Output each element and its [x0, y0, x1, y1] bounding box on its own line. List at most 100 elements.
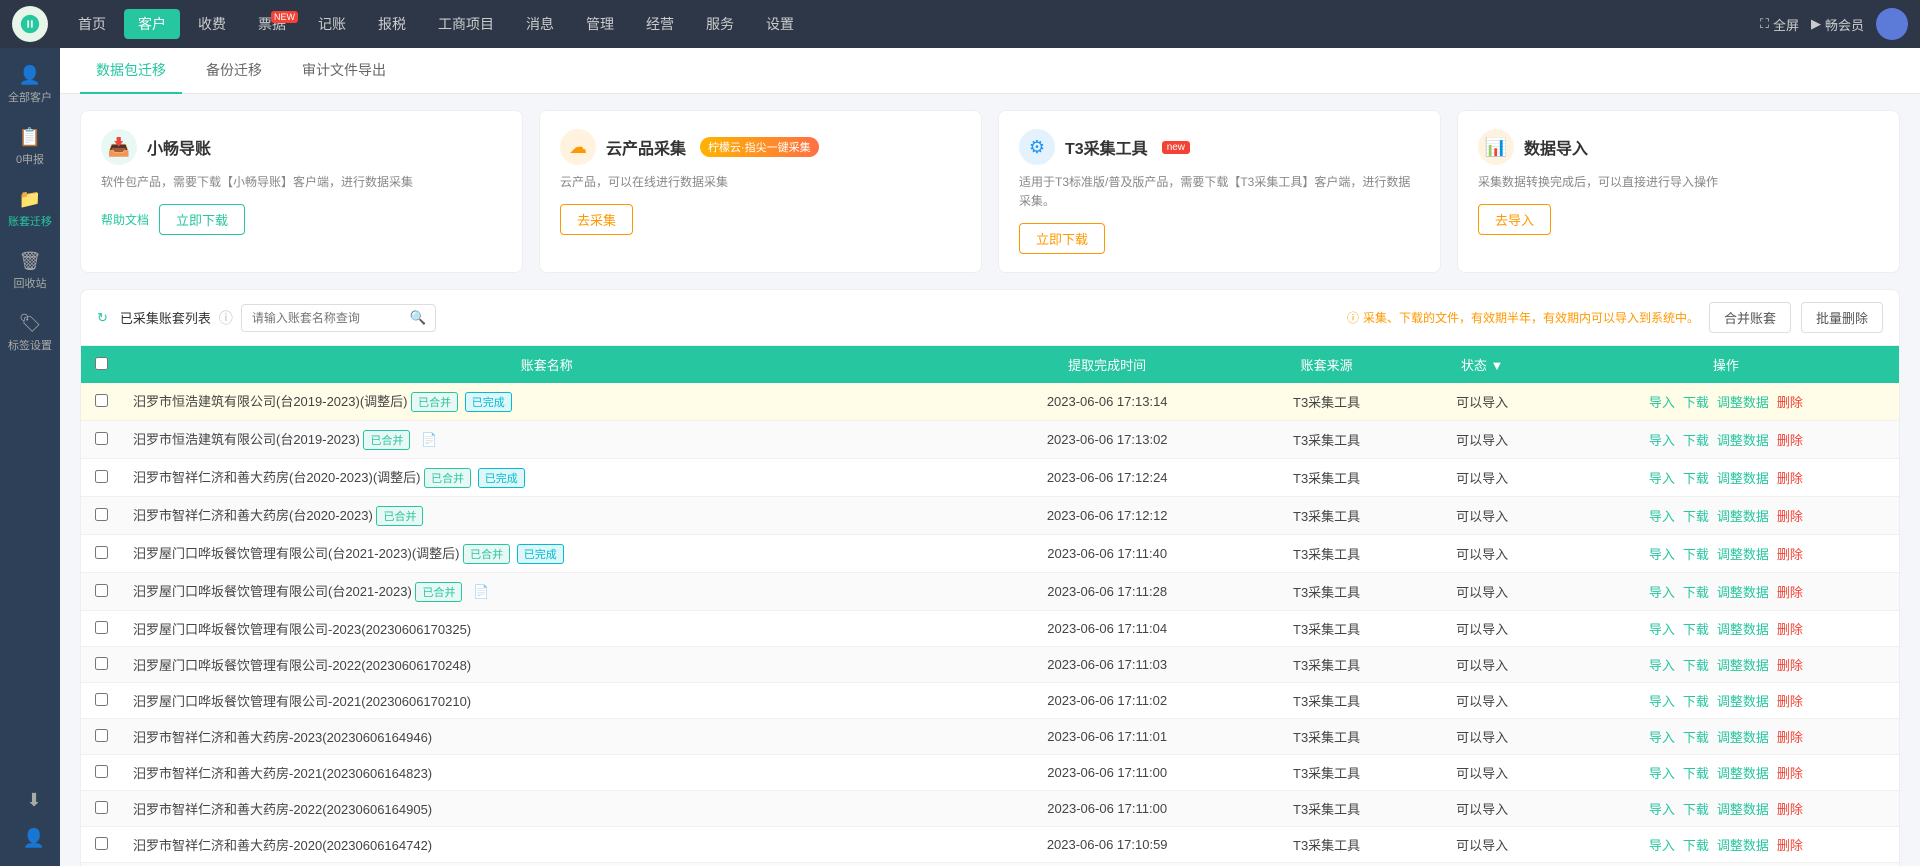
op-调整数据[interactable]: 调整数据: [1717, 730, 1769, 745]
row-checkbox[interactable]: [95, 657, 108, 670]
op-导入[interactable]: 导入: [1649, 622, 1675, 637]
nav-manage[interactable]: 管理: [572, 9, 628, 39]
nav-message[interactable]: 消息: [512, 9, 568, 39]
op-导入[interactable]: 导入: [1649, 585, 1675, 600]
row-checkbox[interactable]: [95, 470, 108, 483]
file-icon[interactable]: 📄: [473, 584, 489, 599]
op-删除[interactable]: 删除: [1777, 585, 1803, 600]
op-下载[interactable]: 下载: [1683, 585, 1709, 600]
op-调整数据[interactable]: 调整数据: [1717, 471, 1769, 486]
file-icon[interactable]: 📄: [421, 432, 437, 447]
row-checkbox[interactable]: [95, 584, 108, 597]
op-调整数据[interactable]: 调整数据: [1717, 802, 1769, 817]
row-checkbox[interactable]: [95, 837, 108, 850]
sidebar-item-zero-declare[interactable]: 📋 0申报: [0, 119, 60, 175]
sidebar-item-tags[interactable]: 🏷 标签设置: [0, 305, 60, 361]
op-删除[interactable]: 删除: [1777, 730, 1803, 745]
op-下载[interactable]: 下载: [1683, 730, 1709, 745]
row-checkbox[interactable]: [95, 801, 108, 814]
op-调整数据[interactable]: 调整数据: [1717, 585, 1769, 600]
search-input[interactable]: [242, 306, 402, 330]
op-调整数据[interactable]: 调整数据: [1717, 622, 1769, 637]
op-下载[interactable]: 下载: [1683, 694, 1709, 709]
op-下载[interactable]: 下载: [1683, 395, 1709, 410]
op-下载[interactable]: 下载: [1683, 766, 1709, 781]
op-删除[interactable]: 删除: [1777, 694, 1803, 709]
row-checkbox[interactable]: [95, 621, 108, 634]
op-下载[interactable]: 下载: [1683, 433, 1709, 448]
nav-operation[interactable]: 经营: [632, 9, 688, 39]
op-删除[interactable]: 删除: [1777, 395, 1803, 410]
fullscreen-button[interactable]: ⛶ 全屏: [1760, 15, 1799, 34]
op-导入[interactable]: 导入: [1649, 694, 1675, 709]
nav-home[interactable]: 首页: [64, 9, 120, 39]
op-导入[interactable]: 导入: [1649, 730, 1675, 745]
op-导入[interactable]: 导入: [1649, 838, 1675, 853]
row-checkbox[interactable]: [95, 508, 108, 521]
op-删除[interactable]: 删除: [1777, 433, 1803, 448]
op-调整数据[interactable]: 调整数据: [1717, 694, 1769, 709]
op-导入[interactable]: 导入: [1649, 766, 1675, 781]
nav-business[interactable]: 工商项目: [424, 9, 508, 39]
op-调整数据[interactable]: 调整数据: [1717, 766, 1769, 781]
op-删除[interactable]: 删除: [1777, 838, 1803, 853]
select-all-checkbox[interactable]: [95, 357, 108, 370]
op-调整数据[interactable]: 调整数据: [1717, 838, 1769, 853]
op-导入[interactable]: 导入: [1649, 658, 1675, 673]
op-调整数据[interactable]: 调整数据: [1717, 433, 1769, 448]
nav-fee[interactable]: 收费: [184, 9, 240, 39]
download-now-button[interactable]: 立即下载: [159, 204, 245, 235]
op-删除[interactable]: 删除: [1777, 766, 1803, 781]
op-导入[interactable]: 导入: [1649, 471, 1675, 486]
merge-account-button[interactable]: 合并账套: [1709, 302, 1791, 333]
nav-bookkeep[interactable]: 记账: [304, 9, 360, 39]
go-collect-button[interactable]: 去采集: [560, 204, 633, 235]
op-导入[interactable]: 导入: [1649, 395, 1675, 410]
t3-download-button[interactable]: 立即下载: [1019, 223, 1105, 254]
tab-audit-export[interactable]: 审计文件导出: [286, 48, 402, 94]
op-下载[interactable]: 下载: [1683, 838, 1709, 853]
op-删除[interactable]: 删除: [1777, 802, 1803, 817]
go-import-button[interactable]: 去导入: [1478, 204, 1551, 235]
row-checkbox[interactable]: [95, 546, 108, 559]
search-button[interactable]: 🔍: [402, 305, 435, 331]
info-icon[interactable]: ⓘ: [219, 308, 233, 328]
row-checkbox[interactable]: [95, 765, 108, 778]
op-调整数据[interactable]: 调整数据: [1717, 658, 1769, 673]
op-导入[interactable]: 导入: [1649, 547, 1675, 562]
member-button[interactable]: ▶ 畅会员: [1811, 15, 1864, 34]
op-导入[interactable]: 导入: [1649, 433, 1675, 448]
nav-settings[interactable]: 设置: [752, 9, 808, 39]
sidebar-item-account-migration[interactable]: 📁 账套迁移: [0, 181, 60, 237]
app-logo[interactable]: [12, 6, 48, 42]
op-下载[interactable]: 下载: [1683, 802, 1709, 817]
op-删除[interactable]: 删除: [1777, 658, 1803, 673]
op-下载[interactable]: 下载: [1683, 622, 1709, 637]
row-checkbox[interactable]: [95, 432, 108, 445]
nav-customer[interactable]: 客户: [124, 9, 180, 39]
op-删除[interactable]: 删除: [1777, 509, 1803, 524]
op-导入[interactable]: 导入: [1649, 509, 1675, 524]
sidebar-item-download[interactable]: ⬇: [15, 782, 53, 819]
op-下载[interactable]: 下载: [1683, 509, 1709, 524]
op-导入[interactable]: 导入: [1649, 802, 1675, 817]
nav-service[interactable]: 服务: [692, 9, 748, 39]
tab-backup-migration[interactable]: 备份迁移: [190, 48, 278, 94]
sidebar-item-all-customers[interactable]: 👤 全部客户: [0, 57, 60, 113]
op-下载[interactable]: 下载: [1683, 471, 1709, 486]
op-调整数据[interactable]: 调整数据: [1717, 509, 1769, 524]
op-下载[interactable]: 下载: [1683, 658, 1709, 673]
nav-invoice[interactable]: 票据NEW: [244, 9, 300, 39]
op-下载[interactable]: 下载: [1683, 547, 1709, 562]
user-avatar[interactable]: [1876, 8, 1908, 40]
tab-data-migration[interactable]: 数据包迁移: [80, 48, 182, 94]
sidebar-item-user[interactable]: 👤: [15, 820, 53, 857]
op-删除[interactable]: 删除: [1777, 547, 1803, 562]
row-checkbox[interactable]: [95, 693, 108, 706]
refresh-icon[interactable]: ↻: [97, 310, 108, 326]
op-调整数据[interactable]: 调整数据: [1717, 547, 1769, 562]
row-checkbox[interactable]: [95, 394, 108, 407]
op-调整数据[interactable]: 调整数据: [1717, 395, 1769, 410]
help-doc-link[interactable]: 帮助文档: [101, 211, 149, 228]
batch-delete-button[interactable]: 批量删除: [1801, 302, 1883, 333]
